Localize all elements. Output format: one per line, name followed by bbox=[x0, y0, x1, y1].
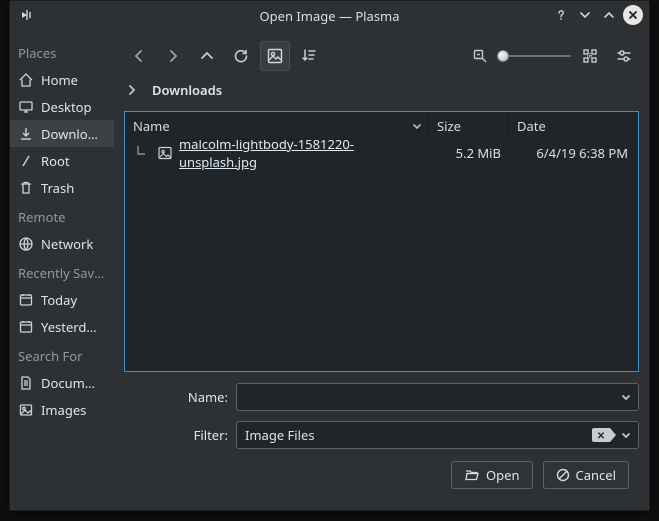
close-icon[interactable] bbox=[623, 5, 643, 25]
file-date: 6/4/19 6:38 PM bbox=[509, 140, 638, 166]
sidebar-item-home[interactable]: Home bbox=[10, 66, 114, 93]
desktop-icon bbox=[18, 99, 34, 115]
sidebar-item-downloads[interactable]: Downlo… bbox=[10, 120, 114, 147]
sidebar-item-documents[interactable]: Docum… bbox=[10, 369, 114, 396]
chevron-down-icon bbox=[620, 391, 632, 403]
zoom-slider[interactable] bbox=[499, 51, 571, 61]
sort-indicator-icon bbox=[412, 121, 422, 131]
calendar-icon bbox=[18, 319, 34, 335]
settings-button[interactable] bbox=[609, 41, 639, 71]
breadcrumb-current[interactable]: Downloads bbox=[152, 81, 222, 99]
zoom-in-button[interactable] bbox=[575, 41, 605, 71]
sidebar-item-trash[interactable]: Trash bbox=[10, 174, 114, 201]
home-icon bbox=[18, 72, 34, 88]
root-icon bbox=[18, 153, 34, 169]
window-title: Open Image — Plasma bbox=[259, 7, 399, 25]
nav-back-button[interactable] bbox=[124, 41, 154, 71]
sidebar-heading-recent: Recently Save… bbox=[10, 257, 114, 286]
filter-combobox[interactable]: Image Files ✕ bbox=[236, 421, 639, 449]
sidebar-item-yesterday[interactable]: Yesterd… bbox=[10, 313, 114, 340]
main-area: Downloads Name Size Date bbox=[114, 31, 649, 510]
file-size: 5.2 MiB bbox=[429, 140, 509, 166]
sidebar-item-label: Yesterd… bbox=[41, 318, 97, 336]
download-icon bbox=[18, 126, 34, 142]
column-header-name[interactable]: Name bbox=[125, 112, 429, 139]
toolbar bbox=[124, 41, 639, 71]
chevron-right-icon bbox=[126, 84, 138, 96]
view-sort-button[interactable] bbox=[294, 41, 324, 71]
filter-value: Image Files bbox=[245, 426, 315, 444]
sidebar-item-label: Root bbox=[41, 152, 70, 170]
image-file-icon bbox=[157, 145, 173, 161]
name-combobox[interactable] bbox=[236, 383, 639, 411]
sidebar-item-desktop[interactable]: Desktop bbox=[10, 93, 114, 120]
sidebar-item-today[interactable]: Today bbox=[10, 286, 114, 313]
sidebar-item-images[interactable]: Images bbox=[10, 396, 114, 423]
sidebar-item-label: Downlo… bbox=[41, 125, 98, 143]
app-menu-icon[interactable] bbox=[16, 5, 36, 25]
open-file-dialog: Open Image — Plasma Places bbox=[9, 0, 650, 511]
cancel-icon bbox=[556, 468, 570, 482]
maximize-icon[interactable] bbox=[599, 5, 619, 25]
breadcrumb[interactable]: Downloads bbox=[124, 77, 639, 103]
chevron-down-icon bbox=[620, 429, 632, 441]
folder-open-icon bbox=[464, 467, 480, 483]
cancel-button[interactable]: Cancel bbox=[543, 461, 629, 489]
open-button[interactable]: Open bbox=[451, 461, 533, 489]
sidebar-item-label: Docum… bbox=[41, 374, 95, 392]
image-icon bbox=[18, 402, 34, 418]
places-sidebar: Places Home Desktop Downlo… bbox=[10, 31, 114, 510]
trash-icon bbox=[18, 180, 34, 196]
view-icons-button[interactable] bbox=[260, 41, 290, 71]
file-row[interactable]: malcolm-lightbody-1581220-unsplash.jpg 5… bbox=[125, 140, 638, 166]
sidebar-item-label: Today bbox=[41, 291, 77, 309]
titlebar: Open Image — Plasma bbox=[10, 1, 649, 31]
zoom-out-button[interactable] bbox=[465, 41, 495, 71]
help-icon[interactable] bbox=[551, 5, 571, 25]
column-header-date[interactable]: Date bbox=[509, 112, 638, 139]
network-icon bbox=[18, 236, 34, 252]
sidebar-item-root[interactable]: Root bbox=[10, 147, 114, 174]
dialog-footer: Open Cancel bbox=[124, 460, 639, 500]
name-label: Name: bbox=[124, 388, 236, 406]
calendar-icon bbox=[18, 292, 34, 308]
nav-forward-button[interactable] bbox=[158, 41, 188, 71]
file-name[interactable]: malcolm-lightbody-1581220-unsplash.jpg bbox=[179, 140, 421, 171]
column-header-size[interactable]: Size bbox=[429, 112, 509, 139]
reload-button[interactable] bbox=[226, 41, 256, 71]
sidebar-heading-search: Search For bbox=[10, 340, 114, 369]
sidebar-item-network[interactable]: Network bbox=[10, 230, 114, 257]
clear-filter-button[interactable]: ✕ bbox=[592, 428, 610, 442]
file-list-header: Name Size Date bbox=[125, 112, 638, 140]
sidebar-item-label: Images bbox=[41, 401, 86, 419]
sidebar-heading-remote: Remote bbox=[10, 201, 114, 230]
document-icon bbox=[18, 375, 34, 391]
sidebar-item-label: Network bbox=[41, 235, 93, 253]
minimize-icon[interactable] bbox=[575, 5, 595, 25]
sidebar-item-label: Desktop bbox=[41, 98, 92, 116]
sidebar-item-label: Trash bbox=[41, 179, 74, 197]
nav-up-button[interactable] bbox=[192, 41, 222, 71]
filter-label: Filter: bbox=[124, 426, 236, 444]
tree-elbow-icon bbox=[135, 146, 149, 160]
sidebar-heading-places: Places bbox=[10, 37, 114, 66]
sidebar-item-label: Home bbox=[41, 71, 78, 89]
file-list: Name Size Date bbox=[124, 111, 639, 372]
